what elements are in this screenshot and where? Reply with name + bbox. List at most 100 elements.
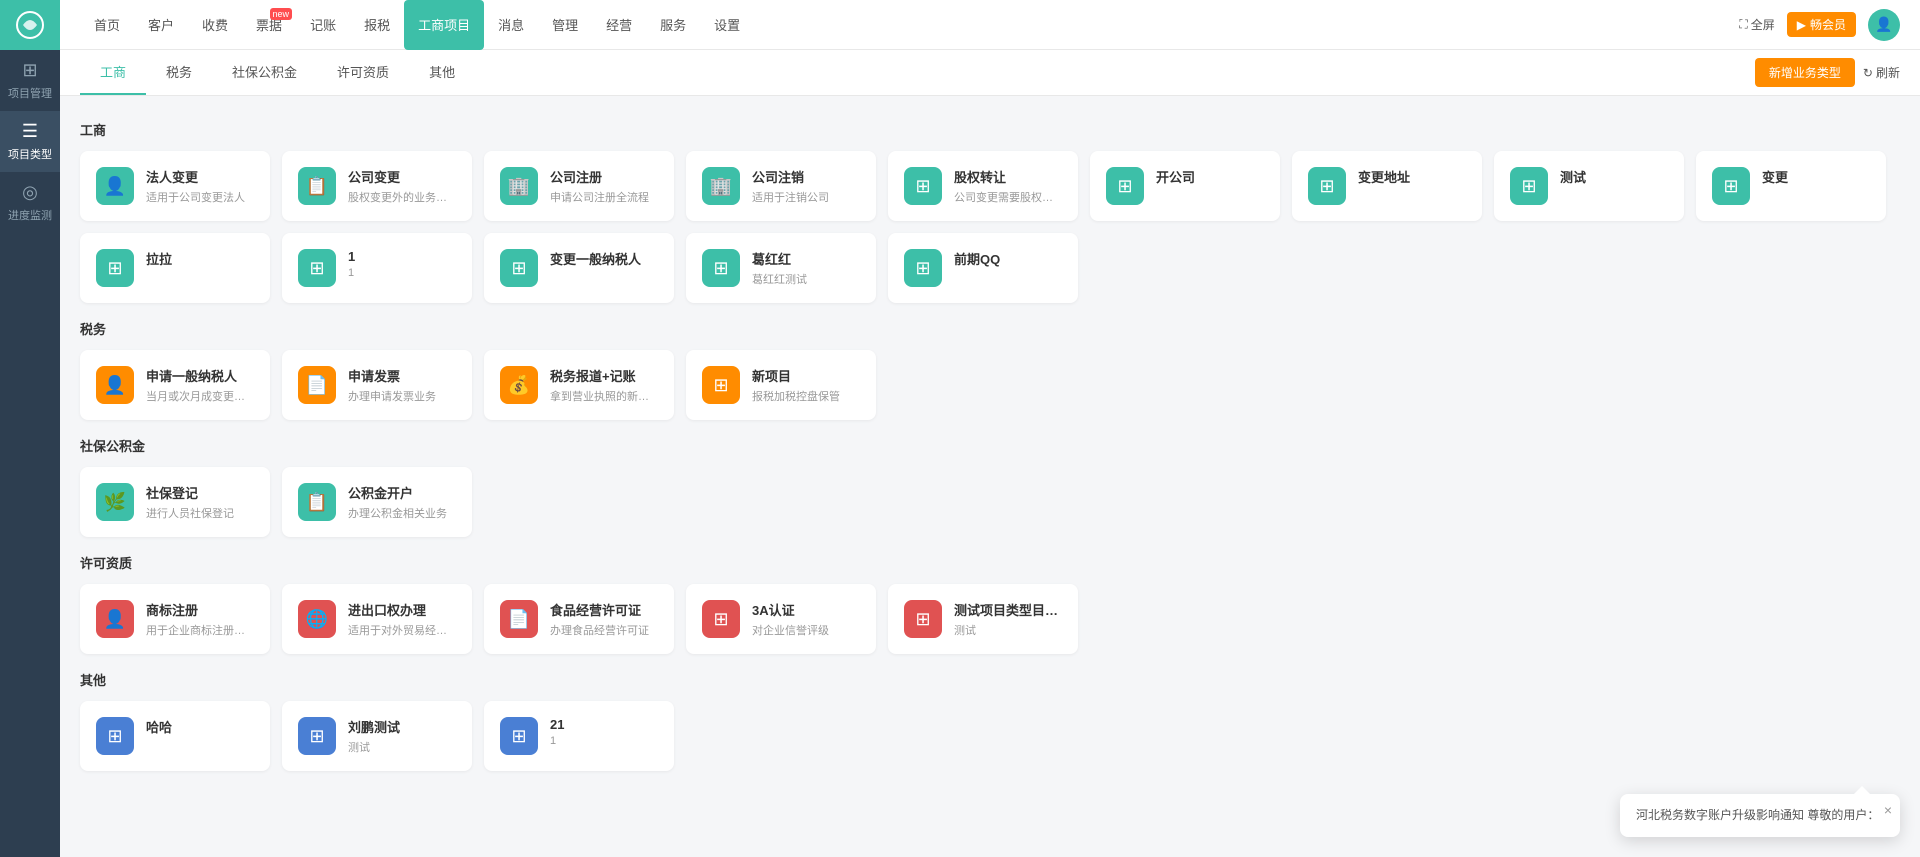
nav-client[interactable]: 客户 — [134, 0, 188, 50]
project-manage-icon: ⊞ — [22, 60, 37, 81]
card-legal-change[interactable]: 👤法人变更适用于公司变更法人 — [80, 151, 270, 221]
card-name-3a-cert: 3A认证 — [752, 600, 860, 619]
card-mohonghong[interactable]: ⊞葛红红葛红红测试 — [686, 233, 876, 303]
card-fund-account[interactable]: 📋公积金开户办理公积金相关业务 — [282, 467, 472, 537]
sidebar-item-progress-monitor[interactable]: ◎ 进度监测 — [0, 172, 60, 233]
card-tax-accounting[interactable]: 💰税务报道+记账拿到营业执照的新公司 — [484, 350, 674, 420]
section-title-other: 其他 — [80, 670, 1900, 689]
card-icon-apply-invoice: 📄 — [298, 366, 336, 404]
card-open-company[interactable]: ⊞开公司 — [1090, 151, 1280, 221]
card-name-change-address: 变更地址 — [1358, 167, 1466, 186]
tab-social-fund[interactable]: 社保公积金 — [212, 50, 317, 95]
card-text-change-address: 变更地址 — [1358, 167, 1466, 189]
nav-service[interactable]: 服务 — [646, 0, 700, 50]
card-company-cancel[interactable]: 🏢公司注销适用于注销公司 — [686, 151, 876, 221]
card-icon-twenty-one: ⊞ — [500, 717, 538, 755]
project-type-icon: ☰ — [22, 121, 38, 142]
nav-settings[interactable]: 设置 — [700, 0, 754, 50]
nav-home[interactable]: 首页 — [80, 0, 134, 50]
card-one[interactable]: ⊞ 11 — [282, 233, 472, 303]
card-desc-apply-taxpayer: 当月或次月成变更完成 — [146, 388, 254, 404]
nav-tax[interactable]: 报税 — [350, 0, 404, 50]
card-apply-taxpayer[interactable]: 👤申请一般纳税人当月或次月成变更完成 — [80, 350, 270, 420]
nav-message[interactable]: 消息 — [484, 0, 538, 50]
cards-grid-other: ⊞哈哈⊞刘鹏测试测试⊞211 — [80, 701, 1900, 771]
vip-button[interactable]: ▶ 畅会员 — [1787, 12, 1856, 37]
nav-manage[interactable]: 管理 — [538, 0, 592, 50]
section-title-tax: 税务 — [80, 319, 1900, 338]
card-text-test-type: 测试项目类型目定义测试 — [954, 600, 1062, 638]
card-icon-lala: ⊞ — [96, 249, 134, 287]
card-haha[interactable]: ⊞哈哈 — [80, 701, 270, 771]
card-equity-transfer[interactable]: ⊞股权转让公司变更需要股权转让 — [888, 151, 1078, 221]
tab-other[interactable]: 其他 — [409, 50, 475, 95]
topnav-right: ⛶ 全屏 ▶ 畅会员 👤 — [1739, 9, 1900, 41]
card-lala[interactable]: ⊞拉拉 — [80, 233, 270, 303]
card-desc-one: 1 — [348, 267, 456, 279]
card-icon-test-type: ⊞ — [904, 600, 942, 638]
fullscreen-button[interactable]: ⛶ 全屏 — [1739, 16, 1774, 33]
card-social-register[interactable]: 🌿社保登记进行人员社保登记 — [80, 467, 270, 537]
sidebar-item-label-progress-monitor: 进度监测 — [8, 207, 52, 223]
card-desc-apply-invoice: 办理申请发票业务 — [348, 388, 456, 404]
card-liupeng-test[interactable]: ⊞刘鹏测试测试 — [282, 701, 472, 771]
card-food-permit[interactable]: 📄食品经营许可证办理食品经营许可证 — [484, 584, 674, 654]
nav-industry[interactable]: 工商项目 — [404, 0, 484, 50]
card-icon-company-change: 📋 — [298, 167, 336, 205]
sidebar-item-project-manage[interactable]: ⊞ 项目管理 — [0, 50, 60, 111]
tab-permit[interactable]: 许可资质 — [317, 50, 409, 95]
avatar-icon: 👤 — [1875, 16, 1892, 33]
card-name-food-permit: 食品经营许可证 — [550, 600, 658, 619]
tab-tax[interactable]: 税务 — [146, 50, 212, 95]
card-text-company-register: 公司注册申请公司注册全流程 — [550, 167, 658, 205]
card-icon-one: ⊞ — [298, 249, 336, 287]
card-new-project[interactable]: ⊞新项目报税加税控盘保管 — [686, 350, 876, 420]
card-desc-test-type: 测试 — [954, 622, 1062, 638]
cards-grid-social-fund: 🌿社保登记进行人员社保登记📋公积金开户办理公积金相关业务 — [80, 467, 1900, 537]
sidebar: ⊞ 项目管理 ☰ 项目类型 ◎ 进度监测 — [0, 0, 60, 857]
card-text-liupeng-test: 刘鹏测试测试 — [348, 717, 456, 755]
sidebar-item-label-project-type: 项目类型 — [8, 146, 52, 162]
avatar[interactable]: 👤 — [1868, 9, 1900, 41]
card-test-type[interactable]: ⊞ 测试项目类型目定义测试 — [888, 584, 1078, 654]
card-import-export[interactable]: 🌐进出口权办理适用于对外贸易经营者 — [282, 584, 472, 654]
card-icon-import-export: 🌐 — [298, 600, 336, 638]
refresh-button[interactable]: ↻ 刷新 — [1863, 64, 1900, 81]
card-change-address[interactable]: ⊞变更地址 — [1292, 151, 1482, 221]
card-icon-apply-taxpayer: 👤 — [96, 366, 134, 404]
card-desc-tax-accounting: 拿到营业执照的新公司 — [550, 388, 658, 404]
card-name-test-type: 测试项目类型目定义 — [954, 600, 1062, 619]
card-icon-company-cancel: 🏢 — [702, 167, 740, 205]
nav-operation[interactable]: 经营 — [592, 0, 646, 50]
card-name-import-export: 进出口权办理 — [348, 600, 456, 619]
card-text-new-project: 新项目报税加税控盘保管 — [752, 366, 860, 404]
card-change[interactable]: ⊞变更 — [1696, 151, 1886, 221]
add-type-button[interactable]: 新增业务类型 — [1755, 58, 1855, 87]
card-name-equity-transfer: 股权转让 — [954, 167, 1062, 186]
notification-close-button[interactable]: × — [1884, 802, 1892, 818]
card-icon-equity-transfer: ⊞ — [904, 167, 942, 205]
nav-billing[interactable]: 收费 — [188, 0, 242, 50]
card-3a-cert[interactable]: ⊞3A认证对企业信誉评级 — [686, 584, 876, 654]
tab-industry[interactable]: 工商 — [80, 50, 146, 95]
nav-accounting[interactable]: 记账 — [296, 0, 350, 50]
card-text-open-company: 开公司 — [1156, 167, 1264, 189]
card-text-change-taxpayer: 变更一般纳税人 — [550, 249, 658, 271]
card-company-change[interactable]: 📋公司变更股权变更外的业务变更 — [282, 151, 472, 221]
card-front-qq[interactable]: ⊞前期QQ — [888, 233, 1078, 303]
card-name-mohonghong: 葛红红 — [752, 249, 860, 268]
card-change-taxpayer[interactable]: ⊞变更一般纳税人 — [484, 233, 674, 303]
card-twenty-one[interactable]: ⊞211 — [484, 701, 674, 771]
sidebar-item-project-type[interactable]: ☰ 项目类型 — [0, 111, 60, 172]
card-apply-invoice[interactable]: 📄申请发票办理申请发票业务 — [282, 350, 472, 420]
sidebar-logo — [0, 0, 60, 50]
card-text-one: 11 — [348, 249, 456, 279]
card-trademark[interactable]: 👤商标注册用于企业商标注册服务 — [80, 584, 270, 654]
card-text-front-qq: 前期QQ — [954, 249, 1062, 271]
card-name-test: 测试 — [1560, 167, 1668, 186]
card-test[interactable]: ⊞测试 — [1494, 151, 1684, 221]
nav-ticket[interactable]: 票据 new — [242, 0, 296, 50]
card-company-register[interactable]: 🏢公司注册申请公司注册全流程 — [484, 151, 674, 221]
content-area: 工商👤法人变更适用于公司变更法人📋公司变更股权变更外的业务变更🏢公司注册申请公司… — [60, 96, 1920, 857]
card-text-fund-account: 公积金开户办理公积金相关业务 — [348, 483, 456, 521]
